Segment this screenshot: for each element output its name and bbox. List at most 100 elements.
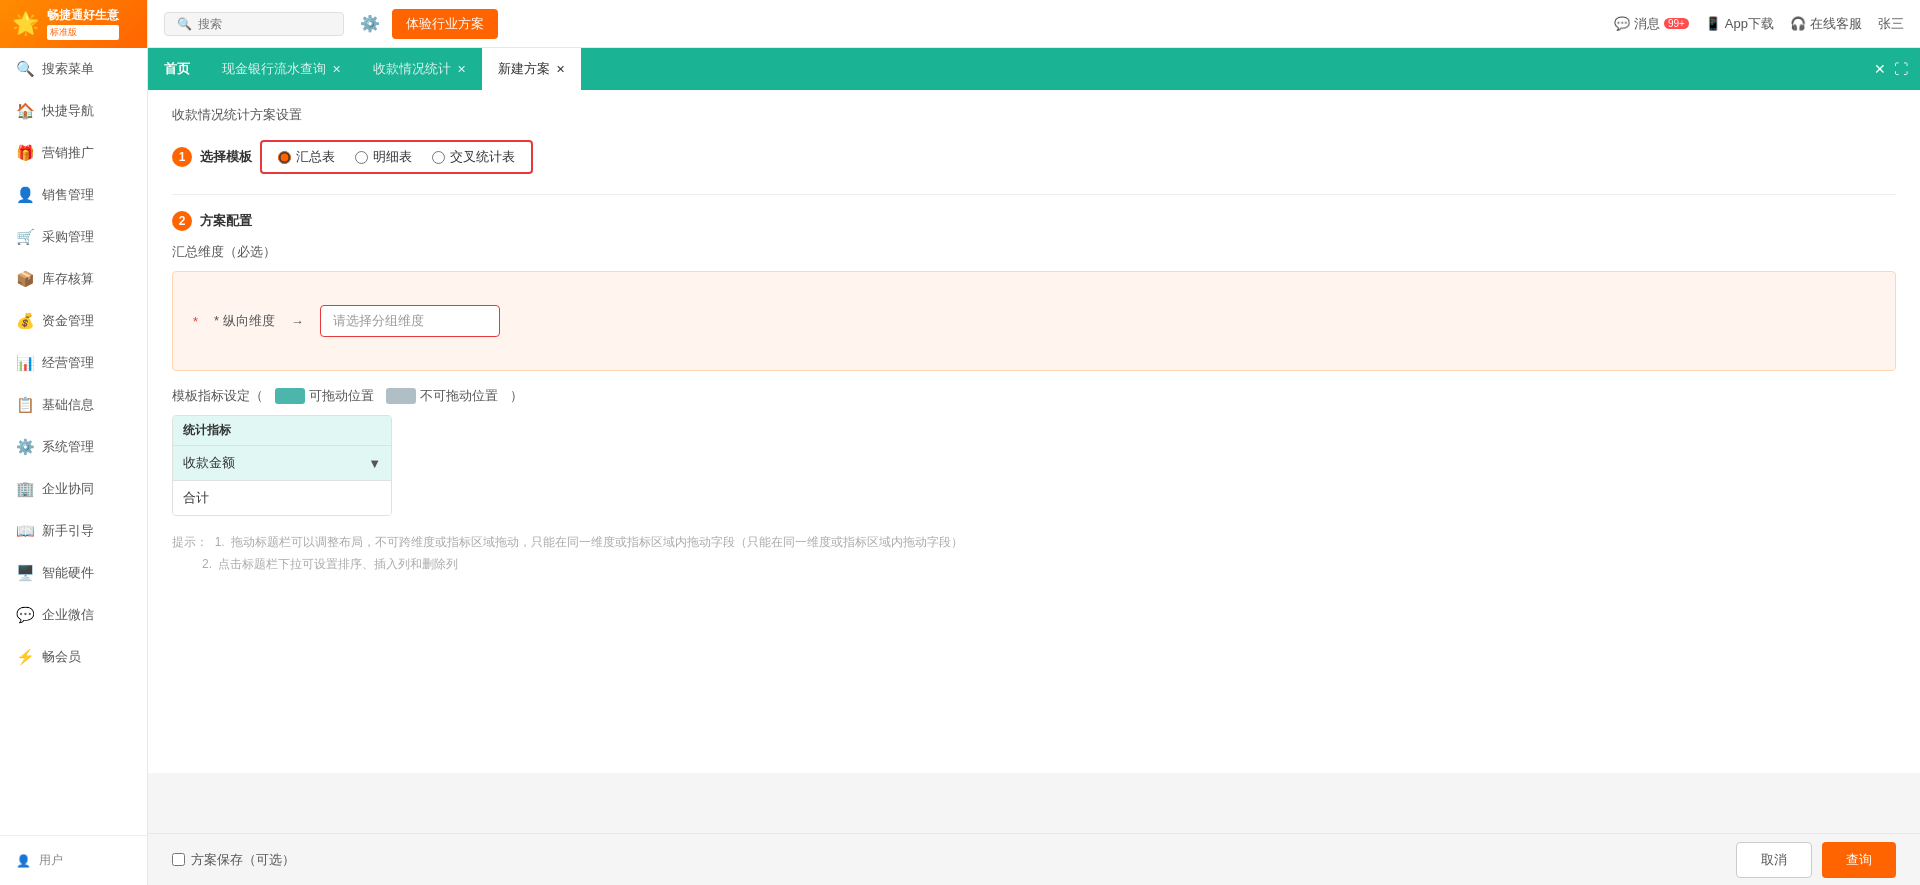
newbie-icon: 📖 <box>16 522 34 540</box>
search-icon: 🔍 <box>16 60 34 78</box>
tab-bar: 首页 现金银行流水查询 ✕ 收款情况统计 ✕ 新建方案 ✕ ✕ ⛶ <box>148 48 1920 90</box>
sidebar-footer: 👤 用户 <box>0 835 147 885</box>
step2-number: 2 <box>172 211 192 231</box>
search-icon: 🔍 <box>177 17 192 31</box>
tip-row-1: 提示： 1. 拖动标题栏可以调整布局，不可跨维度或指标区域拖动，只能在同一维度或… <box>172 532 1896 554</box>
sidebar-item-wechat[interactable]: 💬 企业微信 <box>0 594 147 636</box>
sidebar-footer-item[interactable]: 👤 用户 <box>0 844 147 877</box>
maximize-icon[interactable]: ⛶ <box>1894 61 1908 77</box>
top-header: 🔍 ⚙️ 体验行业方案 💬 消息 99+ 📱 App下载 🎧 在线客服 张三 <box>148 0 1920 48</box>
logo-text: 畅捷通好生意 <box>47 8 119 24</box>
metrics-label-row: 模板指标设定（ 可拖动位置 不可拖动位置 ） <box>172 387 1896 405</box>
step1-row: 1 选择模板 汇总表 明细表 <box>172 140 1896 174</box>
app-download-button[interactable]: 📱 App下载 <box>1705 15 1774 33</box>
member-icon: ⚡ <box>16 648 34 666</box>
user-menu[interactable]: 张三 <box>1878 15 1904 33</box>
arrow-icon: → <box>291 314 304 329</box>
save-option-label[interactable]: 方案保存（可选） <box>172 851 295 869</box>
query-button[interactable]: 查询 <box>1822 842 1896 878</box>
metrics-cell-total: 合计 <box>173 480 391 515</box>
metric-dropdown-icon[interactable]: ▼ <box>368 456 381 471</box>
bottom-right-buttons: 取消 查询 <box>1736 842 1896 878</box>
step1-label: 选择模板 <box>200 148 252 166</box>
metrics-cell-revenue[interactable]: 收款金额 ▼ <box>173 446 391 480</box>
dimension-row: * * 纵向维度 → 请选择分组维度 <box>193 305 500 337</box>
tab-home[interactable]: 首页 <box>148 48 206 90</box>
dimension-area: * * 纵向维度 → 请选择分组维度 <box>172 271 1896 371</box>
main-area: 🔍 ⚙️ 体验行业方案 💬 消息 99+ 📱 App下载 🎧 在线客服 张三 首… <box>148 0 1920 885</box>
dimension-select[interactable]: 请选择分组维度 <box>320 305 500 337</box>
radio-cross[interactable]: 交叉统计表 <box>432 148 515 166</box>
tip-num-2: 2. <box>172 554 212 576</box>
tips-section: 提示： 1. 拖动标题栏可以调整布局，不可跨维度或指标区域拖动，只能在同一维度或… <box>172 532 1896 575</box>
sidebar-item-finance[interactable]: 💰 资金管理 <box>0 300 147 342</box>
tip-text-2: 点击标题栏下拉可设置排序、插入列和删除列 <box>218 554 458 576</box>
sidebar-item-marketing[interactable]: 🎁 营销推广 <box>0 132 147 174</box>
user-avatar-icon: 👤 <box>16 854 31 868</box>
logo-edition: 标准版 <box>47 25 119 40</box>
sidebar-item-basic[interactable]: 📋 基础信息 <box>0 384 147 426</box>
sidebar-item-newbie[interactable]: 📖 新手引导 <box>0 510 147 552</box>
sidebar-item-purchase[interactable]: 🛒 采购管理 <box>0 216 147 258</box>
tab-new-plan[interactable]: 新建方案 ✕ <box>482 48 581 90</box>
system-icon: ⚙️ <box>16 438 34 456</box>
draggable-hint: 可拖动位置 <box>275 387 374 405</box>
close-collections-tab-icon[interactable]: ✕ <box>457 63 466 76</box>
required-mark: * <box>193 314 198 329</box>
vertical-dimension-label: * 纵向维度 <box>214 312 275 330</box>
sidebar-item-sales[interactable]: 👤 销售管理 <box>0 174 147 216</box>
tab-collections[interactable]: 收款情况统计 ✕ <box>357 48 482 90</box>
close-window-icon[interactable]: ✕ <box>1874 61 1886 77</box>
radio-detail[interactable]: 明细表 <box>355 148 412 166</box>
metrics-label-text: 模板指标设定（ <box>172 387 263 405</box>
save-checkbox[interactable] <box>172 853 185 866</box>
message-badge: 99+ <box>1664 18 1689 29</box>
radio-group-template: 汇总表 明细表 交叉统计表 <box>278 148 515 166</box>
metrics-table-header: 统计指标 <box>173 416 391 446</box>
sidebar-item-search[interactable]: 🔍 搜索菜单 <box>0 48 147 90</box>
radio-summary[interactable]: 汇总表 <box>278 148 335 166</box>
settings-icon[interactable]: ⚙️ <box>360 14 380 33</box>
tip-prefix: 提示： 1. <box>172 532 225 554</box>
cancel-button[interactable]: 取消 <box>1736 842 1812 878</box>
section-divider1 <box>172 194 1896 195</box>
purchase-icon: 🛒 <box>16 228 34 246</box>
summary-dimension-label: 汇总维度（必选） <box>172 243 1896 261</box>
hardware-icon: 🖥️ <box>16 564 34 582</box>
sidebar-item-enterprise[interactable]: 🏢 企业协同 <box>0 468 147 510</box>
enterprise-icon: 🏢 <box>16 480 34 498</box>
sidebar-item-inventory[interactable]: 📦 库存核算 <box>0 258 147 300</box>
template-selection-box: 汇总表 明细表 交叉统计表 <box>260 140 533 174</box>
sidebar-logo: 🌟 畅捷通好生意 标准版 <box>0 0 147 48</box>
sidebar-item-system[interactable]: ⚙️ 系统管理 <box>0 426 147 468</box>
operations-icon: 📊 <box>16 354 34 372</box>
tip-text-1: 拖动标题栏可以调整布局，不可跨维度或指标区域拖动，只能在同一维度或指标区域内拖动… <box>231 532 963 554</box>
page-content: 收款情况统计方案设置 1 选择模板 汇总表 明细表 <box>148 90 1920 773</box>
online-service-button[interactable]: 🎧 在线客服 <box>1790 15 1862 33</box>
non-draggable-hint: 不可拖动位置 <box>386 387 498 405</box>
non-draggable-indicator <box>386 388 416 404</box>
tab-bar-right: ✕ ⛶ <box>1874 61 1920 77</box>
message-icon: 💬 <box>1614 16 1630 31</box>
close-newplan-tab-icon[interactable]: ✕ <box>556 63 565 76</box>
inventory-icon: 📦 <box>16 270 34 288</box>
sidebar-item-member[interactable]: ⚡ 畅会员 <box>0 636 147 678</box>
metric-label: 收款金额 <box>183 454 235 472</box>
sidebar-item-hardware[interactable]: 🖥️ 智能硬件 <box>0 552 147 594</box>
metrics-table: 统计指标 收款金额 ▼ 合计 <box>172 415 392 516</box>
wechat-icon: 💬 <box>16 606 34 624</box>
header-search-box[interactable]: 🔍 <box>164 12 344 36</box>
total-label: 合计 <box>183 490 209 505</box>
tab-cashflow[interactable]: 现金银行流水查询 ✕ <box>206 48 357 90</box>
sidebar-item-operations[interactable]: 📊 经营管理 <box>0 342 147 384</box>
search-input[interactable] <box>198 17 338 31</box>
bottom-bar: 方案保存（可选） 取消 查询 <box>148 833 1920 885</box>
trial-button[interactable]: 体验行业方案 <box>392 9 498 39</box>
sales-icon: 👤 <box>16 186 34 204</box>
sidebar-item-quicknav[interactable]: 🏠 快捷导航 <box>0 90 147 132</box>
marketing-icon: 🎁 <box>16 144 34 162</box>
message-button[interactable]: 💬 消息 99+ <box>1614 15 1689 33</box>
download-icon: 📱 <box>1705 16 1721 31</box>
service-icon: 🎧 <box>1790 16 1806 31</box>
close-cashflow-tab-icon[interactable]: ✕ <box>332 63 341 76</box>
